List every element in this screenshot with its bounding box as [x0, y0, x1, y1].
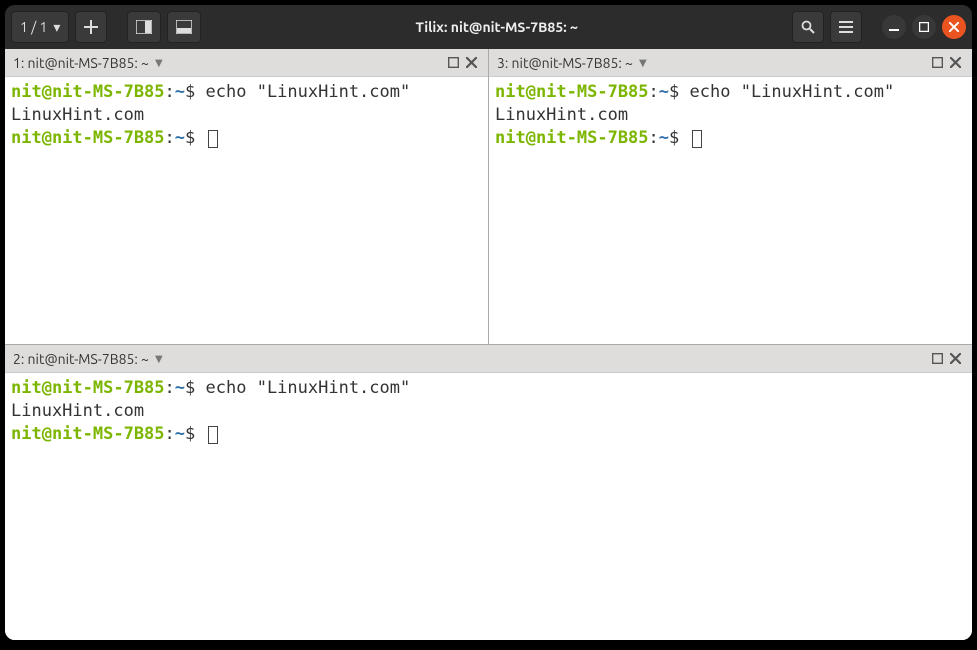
pane-maximize-button[interactable] — [928, 350, 946, 368]
split-down-button[interactable] — [167, 11, 201, 43]
window-title: Tilix: nit@nit-MS-7B85: ~ — [207, 19, 786, 35]
titlebar-left: 1 / 1 ▾ — [11, 11, 201, 43]
pane-close-button[interactable] — [946, 54, 964, 72]
split-down-icon — [176, 20, 192, 34]
prompt-sep: : — [649, 82, 659, 102]
menu-button[interactable] — [830, 11, 862, 43]
close-pane-icon — [466, 57, 477, 68]
terminal-body[interactable]: nit@nit-MS-7B85:~$ echo "LinuxHint.com" … — [5, 77, 488, 344]
prompt-path: ~ — [175, 378, 185, 398]
prompt-user-host: nit@nit-MS-7B85 — [11, 424, 165, 444]
command-text: echo "LinuxHint.com" — [206, 378, 411, 398]
session-selector-button[interactable]: 1 / 1 ▾ — [11, 11, 69, 43]
maximize-pane-icon — [932, 353, 943, 364]
hamburger-icon — [839, 21, 853, 33]
maximize-pane-icon — [448, 57, 459, 68]
pane-row-top: 1: nit@nit-MS-7B85: ~ ▼ nit@nit-MS-7B85:… — [5, 49, 972, 345]
session-count-label: 1 / 1 — [20, 19, 47, 35]
minimize-icon — [889, 22, 899, 32]
maximize-icon — [919, 22, 929, 32]
terminal-pane-2: 2: nit@nit-MS-7B85: ~ ▼ nit@nit-MS-7B85:… — [5, 345, 972, 640]
pane-maximize-button[interactable] — [444, 54, 462, 72]
maximize-pane-icon — [932, 57, 943, 68]
pane-title-label: 3: nit@nit-MS-7B85: ~ — [497, 55, 633, 71]
titlebar: 1 / 1 ▾ Tilix: nit@nit-MS-7B85: ~ — [5, 5, 972, 49]
maximize-button[interactable] — [912, 15, 936, 39]
close-pane-icon — [950, 353, 961, 364]
terminal-panes-container: 1: nit@nit-MS-7B85: ~ ▼ nit@nit-MS-7B85:… — [5, 49, 972, 640]
pane-title-label: 2: nit@nit-MS-7B85: ~ — [13, 351, 149, 367]
prompt-sep: : — [165, 378, 175, 398]
titlebar-right — [792, 11, 966, 43]
prompt-user-host: nit@nit-MS-7B85 — [495, 128, 649, 148]
close-icon — [949, 22, 959, 32]
tilix-window: 1 / 1 ▾ Tilix: nit@nit-MS-7B85: ~ — [5, 5, 972, 640]
prompt-sigil: $ — [185, 424, 195, 444]
prompt-path: ~ — [659, 128, 669, 148]
prompt-sep: : — [165, 128, 175, 148]
pane-title: 3: nit@nit-MS-7B85: ~ ▼ — [497, 55, 647, 71]
pane-maximize-button[interactable] — [928, 54, 946, 72]
terminal-body[interactable]: nit@nit-MS-7B85:~$ echo "LinuxHint.com" … — [5, 373, 972, 640]
split-right-icon — [136, 20, 152, 34]
prompt-user-host: nit@nit-MS-7B85 — [11, 128, 165, 148]
chevron-down-icon: ▼ — [155, 353, 163, 365]
plus-icon — [84, 20, 98, 34]
command-text: echo "LinuxHint.com" — [690, 82, 895, 102]
chevron-down-icon: ▼ — [639, 57, 647, 69]
split-right-button[interactable] — [127, 11, 161, 43]
terminal-pane-1: 1: nit@nit-MS-7B85: ~ ▼ nit@nit-MS-7B85:… — [5, 49, 489, 344]
pane-title: 1: nit@nit-MS-7B85: ~ ▼ — [13, 55, 163, 71]
pane-close-button[interactable] — [462, 54, 480, 72]
prompt-path: ~ — [175, 424, 185, 444]
prompt-user-host: nit@nit-MS-7B85 — [495, 82, 649, 102]
prompt-path: ~ — [175, 82, 185, 102]
cursor — [208, 426, 218, 444]
prompt-sep: : — [649, 128, 659, 148]
pane-title-label: 1: nit@nit-MS-7B85: ~ — [13, 55, 149, 71]
prompt-sigil: $ — [185, 378, 195, 398]
close-pane-icon — [950, 57, 961, 68]
pane-header[interactable]: 2: nit@nit-MS-7B85: ~ ▼ — [5, 345, 972, 373]
pane-close-button[interactable] — [946, 350, 964, 368]
terminal-body[interactable]: nit@nit-MS-7B85:~$ echo "LinuxHint.com" … — [489, 77, 972, 344]
search-button[interactable] — [792, 11, 824, 43]
prompt-sigil: $ — [185, 128, 195, 148]
prompt-path: ~ — [175, 128, 185, 148]
search-icon — [801, 20, 815, 34]
prompt-user-host: nit@nit-MS-7B85 — [11, 378, 165, 398]
prompt-user-host: nit@nit-MS-7B85 — [11, 82, 165, 102]
dropdown-caret-icon: ▾ — [53, 19, 60, 36]
close-button[interactable] — [942, 15, 966, 39]
command-output: LinuxHint.com — [495, 104, 966, 127]
prompt-sigil: $ — [669, 128, 679, 148]
cursor — [692, 130, 702, 148]
cursor — [208, 130, 218, 148]
prompt-path: ~ — [659, 82, 669, 102]
terminal-pane-3: 3: nit@nit-MS-7B85: ~ ▼ nit@nit-MS-7B85:… — [489, 49, 972, 344]
command-output: LinuxHint.com — [11, 104, 482, 127]
new-session-button[interactable] — [75, 11, 107, 43]
prompt-sep: : — [165, 82, 175, 102]
pane-header[interactable]: 1: nit@nit-MS-7B85: ~ ▼ — [5, 49, 488, 77]
prompt-sigil: $ — [669, 82, 679, 102]
chevron-down-icon: ▼ — [155, 57, 163, 69]
pane-title: 2: nit@nit-MS-7B85: ~ ▼ — [13, 351, 163, 367]
command-text: echo "LinuxHint.com" — [206, 82, 411, 102]
pane-header[interactable]: 3: nit@nit-MS-7B85: ~ ▼ — [489, 49, 972, 77]
prompt-sigil: $ — [185, 82, 195, 102]
prompt-sep: : — [165, 424, 175, 444]
minimize-button[interactable] — [882, 15, 906, 39]
pane-row-bottom: 2: nit@nit-MS-7B85: ~ ▼ nit@nit-MS-7B85:… — [5, 345, 972, 640]
command-output: LinuxHint.com — [11, 400, 966, 423]
